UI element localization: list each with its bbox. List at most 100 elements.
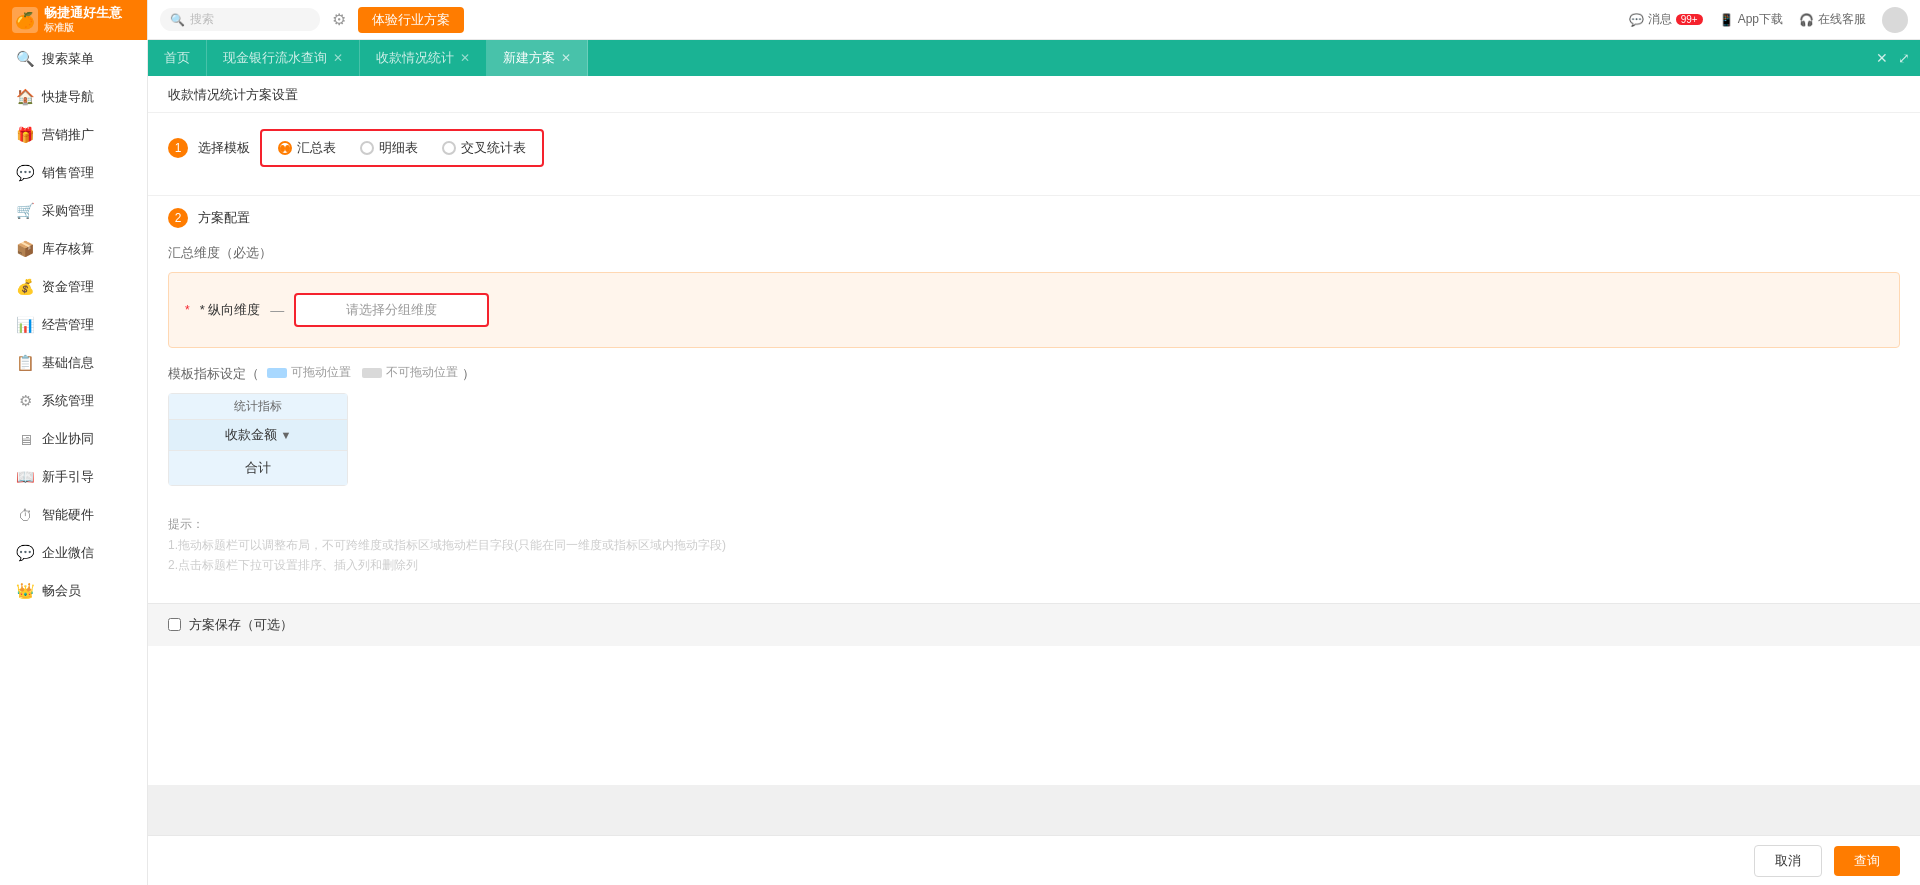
tab-bank-flow-label: 现金银行流水查询: [223, 49, 327, 67]
sales-icon: 💬: [16, 164, 34, 182]
settings-icon[interactable]: ⚙: [332, 10, 346, 29]
radio-selected-dot: [280, 145, 285, 152]
sidebar-item-quick-nav[interactable]: 🏠 快捷导航: [0, 78, 147, 116]
sidebar-item-basic-info[interactable]: 📋 基础信息: [0, 344, 147, 382]
notification-badge: 99+: [1676, 14, 1703, 25]
basic-info-icon: 📋: [16, 354, 34, 372]
query-button[interactable]: 查询: [1834, 846, 1900, 876]
radio-detail[interactable]: 明细表: [360, 139, 418, 157]
save-label: 方案保存（可选）: [189, 616, 293, 634]
tabs-bar: 首页 现金银行流水查询 ✕ 收款情况统计 ✕ 新建方案 ✕ ✕ ⤢: [148, 40, 1920, 76]
sidebar-item-system[interactable]: ⚙ 系统管理: [0, 382, 147, 420]
topbar-search[interactable]: 🔍 搜索: [160, 8, 320, 31]
draggable-legend: 可拖动位置: [267, 364, 351, 381]
system-icon: ⚙: [16, 392, 34, 410]
stats-table: 统计指标 收款金额 ▼ 合计: [168, 393, 348, 486]
sidebar-item-inventory[interactable]: 📦 库存核算: [0, 230, 147, 268]
trial-industry-button[interactable]: 体验行业方案: [358, 7, 464, 33]
expand-icon[interactable]: ⤢: [1898, 50, 1910, 66]
app-download-button[interactable]: 📱 App下载: [1719, 11, 1783, 28]
download-icon: 📱: [1719, 13, 1734, 27]
online-service-button[interactable]: 🎧 在线客服: [1799, 11, 1866, 28]
sidebar-item-label: 搜索菜单: [42, 50, 94, 68]
purchase-icon: 🛒: [16, 202, 34, 220]
radio-cross[interactable]: 交叉统计表: [442, 139, 526, 157]
metrics-section: 模板指标设定（ 可拖动位置 不可拖动位置 ）: [168, 364, 1900, 486]
search-text: 搜索: [190, 11, 214, 28]
sidebar-item-label: 营销推广: [42, 126, 94, 144]
stats-col-header[interactable]: 收款金额 ▼: [169, 420, 347, 451]
search-menu-icon: 🔍: [16, 50, 34, 68]
search-icon: 🔍: [170, 13, 185, 27]
logo-text: 畅捷通好生意: [44, 5, 122, 21]
sidebar-item-label: 销售管理: [42, 164, 94, 182]
logo-icon: 🍊: [12, 7, 38, 33]
enterprise-icon: 🖥: [16, 431, 34, 448]
draggable-indicator: [267, 368, 287, 378]
sidebar-item-operations[interactable]: 📊 经营管理: [0, 306, 147, 344]
sidebar-item-label: 智能硬件: [42, 506, 94, 524]
page-title: 收款情况统计方案设置: [168, 87, 298, 102]
step2-num: 2: [168, 208, 188, 228]
sidebar-item-label: 畅会员: [42, 582, 81, 600]
sidebar-item-purchase[interactable]: 🛒 采购管理: [0, 192, 147, 230]
sidebar-item-sales[interactable]: 💬 销售管理: [0, 154, 147, 192]
newbie-icon: 📖: [16, 468, 34, 486]
tab-receipt-stats[interactable]: 收款情况统计 ✕: [360, 40, 487, 76]
sidebar-item-label: 系统管理: [42, 392, 94, 410]
radio-cross-circle: [442, 141, 456, 155]
operations-icon: 📊: [16, 316, 34, 334]
metrics-header: 模板指标设定（ 可拖动位置 不可拖动位置 ）: [168, 364, 1900, 383]
member-icon: 👑: [16, 582, 34, 600]
radio-summary-label: 汇总表: [297, 139, 336, 157]
notification-button[interactable]: 💬 消息 99+: [1629, 11, 1703, 28]
tab-home-label: 首页: [164, 49, 190, 67]
stats-cell-total: 合计: [169, 451, 347, 485]
dimension-area: * * 纵向维度 — 请选择分组维度: [168, 272, 1900, 348]
tips-title: 提示：: [168, 516, 1900, 533]
sidebar-item-wechat[interactable]: 💬 企业微信: [0, 534, 147, 572]
sidebar-item-finance[interactable]: 💰 资金管理: [0, 268, 147, 306]
tab-receipt-stats-close[interactable]: ✕: [460, 51, 470, 65]
close-tab-icon[interactable]: ✕: [1876, 50, 1888, 66]
radio-summary[interactable]: 汇总表: [278, 139, 336, 157]
marketing-icon: 🎁: [16, 126, 34, 144]
sidebar-item-newbie[interactable]: 📖 新手引导: [0, 458, 147, 496]
step1-title: 选择模板: [198, 139, 250, 157]
col-dropdown-icon[interactable]: ▼: [281, 429, 292, 441]
sidebar-item-member[interactable]: 👑 畅会员: [0, 572, 147, 610]
quick-nav-icon: 🏠: [16, 88, 34, 106]
save-checkbox[interactable]: [168, 618, 181, 631]
notification-icon: 💬: [1629, 13, 1644, 27]
tab-new-plan-close[interactable]: ✕: [561, 51, 571, 65]
tips-section: 提示： 1.拖动标题栏可以调整布局，不可跨维度或指标区域拖动栏目字段(只能在同一…: [168, 506, 1900, 587]
tab-new-plan[interactable]: 新建方案 ✕: [487, 40, 588, 76]
inventory-icon: 📦: [16, 240, 34, 258]
sidebar-item-smart-hw[interactable]: ⏱ 智能硬件: [0, 496, 147, 534]
bottom-bar: 取消 查询: [148, 835, 1920, 885]
user-avatar[interactable]: [1882, 7, 1908, 33]
sidebar-item-label: 企业协同: [42, 430, 94, 448]
sidebar-item-marketing[interactable]: 🎁 营销推广: [0, 116, 147, 154]
notification-label: 消息: [1648, 11, 1672, 28]
sidebar-item-enterprise[interactable]: 🖥 企业协同: [0, 420, 147, 458]
tabs-actions: ✕ ⤢: [1866, 40, 1920, 76]
radio-cross-label: 交叉统计表: [461, 139, 526, 157]
dim-placeholder-box[interactable]: 请选择分组维度: [294, 293, 489, 327]
tab-bank-flow-close[interactable]: ✕: [333, 51, 343, 65]
arrow-icon: —: [270, 302, 284, 318]
cancel-button[interactable]: 取消: [1754, 845, 1822, 877]
template-section: 1 选择模板 汇总表 明细表: [148, 113, 1920, 196]
sidebar-item-search-menu[interactable]: 🔍 搜索菜单: [0, 40, 147, 78]
non-draggable-legend: 不可拖动位置: [362, 364, 458, 381]
save-section: 方案保存（可选）: [148, 603, 1920, 646]
sidebar-item-label: 资金管理: [42, 278, 94, 296]
tab-bank-flow[interactable]: 现金银行流水查询 ✕: [207, 40, 360, 76]
download-label: App下载: [1738, 11, 1783, 28]
required-marker: *: [185, 303, 190, 317]
step1-header: 1 选择模板 汇总表 明细表: [168, 129, 1900, 167]
service-label: 在线客服: [1818, 11, 1866, 28]
tab-new-plan-label: 新建方案: [503, 49, 555, 67]
smart-hw-icon: ⏱: [16, 507, 34, 524]
tab-home[interactable]: 首页: [148, 40, 207, 76]
